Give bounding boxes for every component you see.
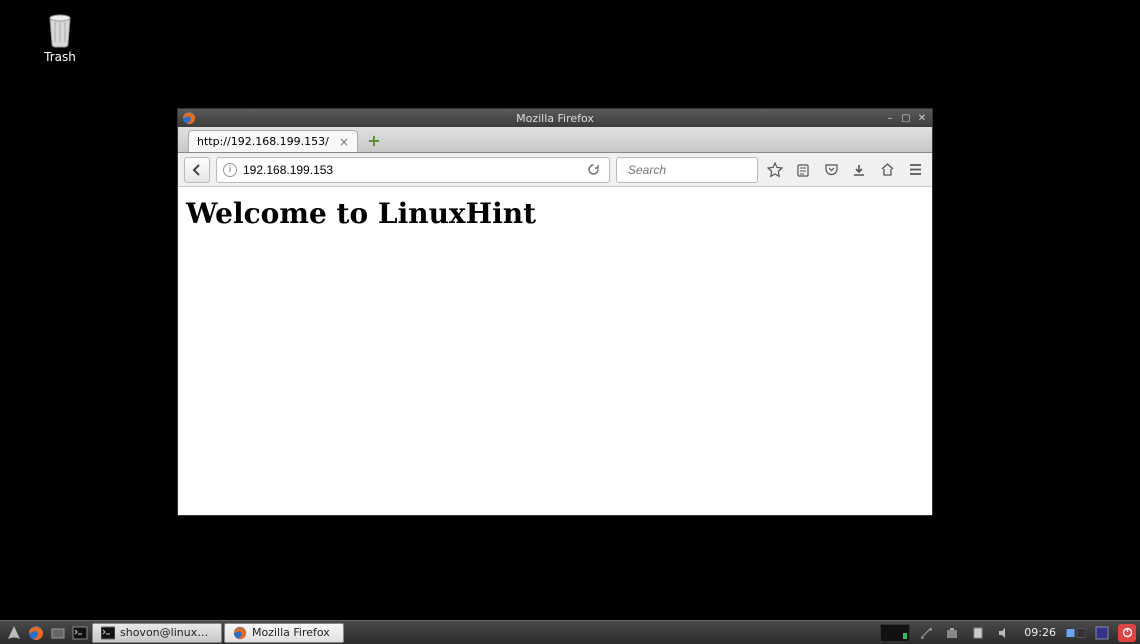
clipboard-tray-icon[interactable] [968,623,988,643]
firefox-icon [28,625,44,641]
logout-button[interactable] [1118,624,1136,642]
firefox-icon [233,626,247,640]
star-icon [767,162,783,178]
hamburger-icon [908,162,923,177]
url-bar[interactable]: i [216,157,610,183]
files-launcher[interactable] [48,623,68,643]
volume-icon[interactable] [994,623,1014,643]
taskbar-item-firefox[interactable]: Mozilla Firefox [224,623,344,643]
pocket-button[interactable] [820,159,842,181]
power-icon [1122,627,1133,638]
workspace-switcher[interactable] [1066,623,1086,643]
window-title: Mozilla Firefox [178,112,932,125]
url-input[interactable] [243,163,581,177]
start-menu-button[interactable] [4,623,24,643]
search-input[interactable] [628,163,785,177]
show-desktop-button[interactable] [1092,623,1112,643]
library-button[interactable] [792,159,814,181]
terminal-launcher[interactable] [70,623,90,643]
firefox-icon [182,111,196,125]
tab-strip: http://192.168.199.153/ × + [178,127,932,153]
firefox-launcher[interactable] [26,623,46,643]
updates-icon[interactable] [942,623,962,643]
clock[interactable]: 09:26 [1020,626,1060,639]
maximize-button[interactable]: ▢ [900,112,912,124]
minimize-button[interactable]: – [884,112,896,124]
reload-icon [587,163,600,176]
arrow-left-icon [190,163,204,177]
browser-tab[interactable]: http://192.168.199.153/ × [188,130,358,152]
folder-icon [50,625,66,641]
pocket-icon [824,162,839,177]
trash-icon [43,10,77,48]
terminal-icon [72,625,88,641]
site-info-icon[interactable]: i [223,163,237,177]
taskbar-item-label: shovon@linuxhi... [120,626,213,639]
downloads-button[interactable] [848,159,870,181]
arch-icon [6,625,22,641]
trash-label: Trash [30,50,90,64]
home-icon [880,162,895,177]
nav-toolbar: i [178,153,932,187]
reload-button[interactable] [587,163,603,176]
trash-desktop-icon[interactable]: Trash [30,10,90,64]
download-icon [852,163,866,177]
terminal-icon [101,626,115,640]
home-button[interactable] [876,159,898,181]
network-monitor[interactable] [880,624,910,642]
clipboard-icon [796,163,810,177]
window-titlebar[interactable]: Mozilla Firefox – ▢ ✕ [178,109,932,127]
system-tray: 09:26 [880,623,1136,643]
tab-title: http://192.168.199.153/ [197,135,329,148]
search-bar[interactable] [616,157,758,183]
close-window-button[interactable]: ✕ [916,112,928,124]
back-button[interactable] [184,157,210,183]
taskbar-item-terminal[interactable]: shovon@linuxhi... [92,623,222,643]
new-tab-button[interactable]: + [364,130,384,150]
bookmark-star-button[interactable] [764,159,786,181]
firefox-window: Mozilla Firefox – ▢ ✕ http://192.168.199… [178,109,932,515]
taskbar-item-label: Mozilla Firefox [252,626,330,639]
menu-button[interactable] [904,159,926,181]
network-icon[interactable] [916,623,936,643]
close-tab-button[interactable]: × [339,135,349,149]
page-heading: Welcome to LinuxHint [186,197,924,230]
taskbar: shovon@linuxhi... Mozilla Firefox 09:26 [0,620,1140,644]
page-content: Welcome to LinuxHint [178,187,932,515]
